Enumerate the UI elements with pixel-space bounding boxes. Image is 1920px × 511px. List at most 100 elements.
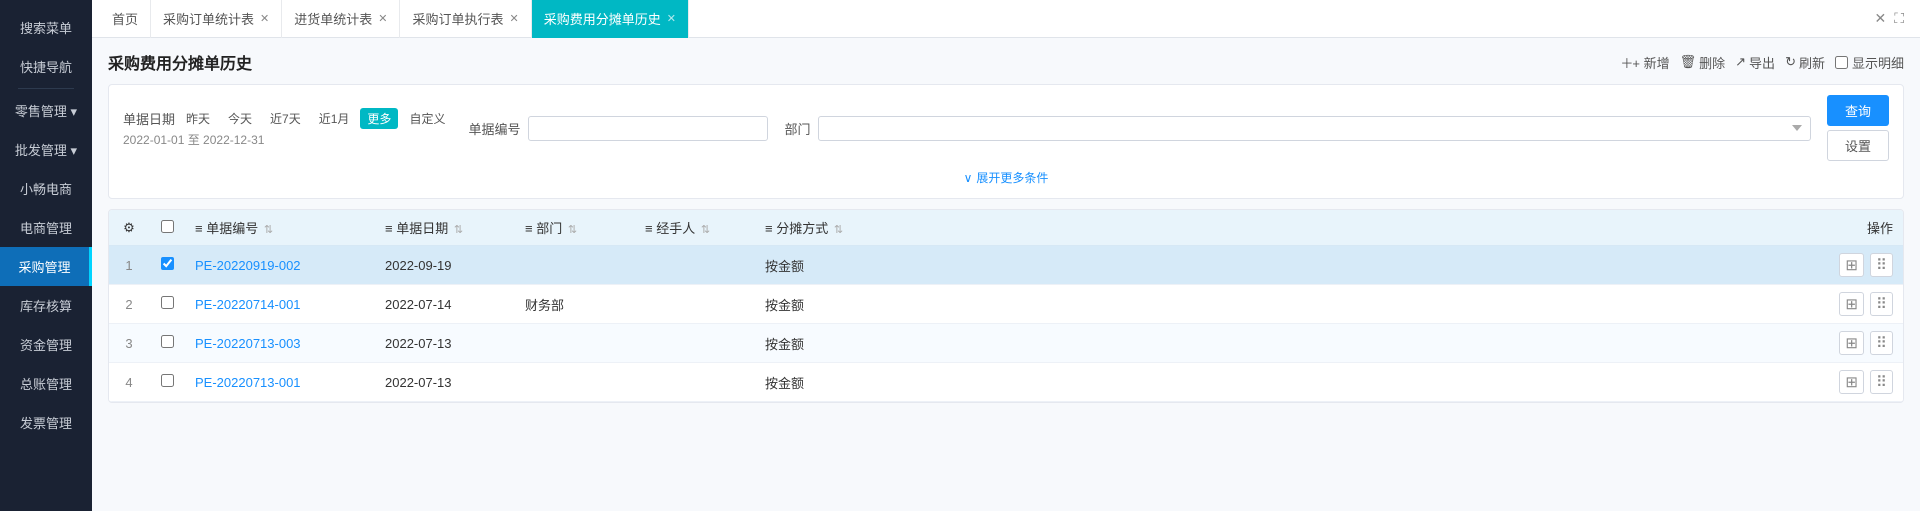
tab-close-icon[interactable]: ✕ <box>260 12 269 25</box>
table-row: 3 PE-20220713-003 2022-07-13 按金额 ⊞ ⠿ <box>109 324 1903 363</box>
row-checkbox-cell[interactable] <box>149 363 185 402</box>
tab-purchase-order-stats[interactable]: 采购订单统计表 ✕ <box>151 0 282 38</box>
select-all-checkbox[interactable] <box>161 220 174 233</box>
row-checkbox[interactable] <box>161 335 174 348</box>
sidebar-divider <box>18 88 73 89</box>
page-header: 采购费用分摊单历史 ＋ + 新增 🗑 删除 ↗ 导出 ↻ 刷新 <box>108 50 1904 74</box>
delete-icon: 🗑 <box>1680 54 1697 70</box>
dept-select[interactable] <box>818 116 1811 141</box>
tab-purchase-exec[interactable]: 采购订单执行表 ✕ <box>400 0 531 38</box>
expand-more-button[interactable]: ∨ 展开更多条件 <box>123 167 1889 188</box>
row-checkbox-cell[interactable] <box>149 324 185 363</box>
doc-number-group: 单据编号 <box>468 116 768 141</box>
col-header-doc-number[interactable]: ≡ 单据编号 ⇅ <box>185 210 375 246</box>
query-button[interactable]: 查询 <box>1827 95 1889 126</box>
tab-close-icon[interactable]: ✕ <box>378 12 387 25</box>
export-button[interactable]: ↗ 导出 <box>1735 53 1775 72</box>
sidebar-item-label: 采购管理 <box>18 260 70 275</box>
sidebar-item-inventory[interactable]: 库存核算 <box>0 286 92 325</box>
date-range-display: 2022-01-01 至 2022-12-31 <box>123 131 264 148</box>
row-actions: ⊞ ⠿ <box>1803 324 1903 363</box>
filter-area: 单据日期 昨天 今天 近7天 近1月 更多 自定义 2022-01-01 至 2… <box>108 84 1904 199</box>
doc-number-input[interactable] <box>528 116 768 141</box>
sort-icon: ⇅ <box>264 224 273 236</box>
sidebar-item-wholesale[interactable]: 批发管理 ▾ <box>0 130 92 169</box>
col-header-settings[interactable]: ⚙ <box>109 210 149 246</box>
more-icon[interactable]: ⠿ <box>1870 292 1893 316</box>
edit-icon[interactable]: ⊞ <box>1839 370 1864 394</box>
sidebar-item-label: 快捷导航 <box>20 60 72 75</box>
tab-home[interactable]: 首页 <box>100 0 151 38</box>
sort-icon: ⇅ <box>834 224 843 236</box>
sidebar-item-purchase[interactable]: 采购管理 <box>0 247 92 286</box>
filter-row-1: 单据日期 昨天 今天 近7天 近1月 更多 自定义 2022-01-01 至 2… <box>123 95 1889 161</box>
settings-button[interactable]: 设置 <box>1827 130 1889 161</box>
more-icon[interactable]: ⠿ <box>1870 253 1893 277</box>
row-actions: ⊞ ⠿ <box>1803 246 1903 285</box>
row-seq: 2 <box>109 285 149 324</box>
more-icon[interactable]: ⠿ <box>1870 370 1893 394</box>
row-doc-number: PE-20220713-003 <box>185 324 375 363</box>
date-btn-custom[interactable]: 自定义 <box>402 108 452 129</box>
sidebar-item-invoice[interactable]: 发票管理 <box>0 403 92 442</box>
col-header-checkbox[interactable] <box>149 210 185 246</box>
date-btn-7days[interactable]: 近7天 <box>263 108 308 129</box>
doc-number-link[interactable]: PE-20220713-001 <box>195 375 301 390</box>
show-columns-toggle[interactable]: 显示明细 <box>1835 53 1904 72</box>
sidebar-item-ecommerce-small[interactable]: 小畅电商 <box>0 169 92 208</box>
row-checkbox-cell[interactable] <box>149 246 185 285</box>
row-checkbox[interactable] <box>161 257 174 270</box>
date-btn-more[interactable]: 更多 <box>360 108 398 129</box>
row-checkbox[interactable] <box>161 296 174 309</box>
tab-close-icon[interactable]: ✕ <box>667 12 676 25</box>
col-header-doc-date[interactable]: ≡ 单据日期 ⇅ <box>375 210 515 246</box>
tab-inbound-stats[interactable]: 进货单统计表 ✕ <box>282 0 400 38</box>
row-method: 按金额 <box>755 285 1803 324</box>
sidebar-item-retail[interactable]: 零售管理 ▾ <box>0 91 92 130</box>
col-header-handler[interactable]: ≡ 经手人 ⇅ <box>635 210 755 246</box>
edit-icon[interactable]: ⊞ <box>1839 253 1864 277</box>
row-actions: ⊞ ⠿ <box>1803 363 1903 402</box>
refresh-button[interactable]: ↻ 刷新 <box>1785 53 1825 72</box>
close-all-icon[interactable]: ✕ <box>1874 10 1886 27</box>
tab-close-icon[interactable]: ✕ <box>510 12 519 25</box>
row-dept <box>515 246 635 285</box>
tab-purchase-cost-history[interactable]: 采购费用分摊单历史 ✕ <box>532 0 689 38</box>
table-header-row: ⚙ ≡ 单据编号 ⇅ ≡ 单据日期 ⇅ <box>109 210 1903 246</box>
row-doc-date: 2022-07-14 <box>375 285 515 324</box>
add-button[interactable]: ＋ + 新增 <box>1620 53 1669 72</box>
date-shortcuts: 昨天 今天 近7天 近1月 更多 自定义 <box>179 108 452 129</box>
row-method: 按金额 <box>755 246 1803 285</box>
sidebar-item-search[interactable]: 搜索菜单 <box>0 8 92 47</box>
col-header-method[interactable]: ≡ 分摊方式 ⇅ <box>755 210 1803 246</box>
sidebar-item-finance[interactable]: 资金管理 <box>0 325 92 364</box>
sidebar-item-ledger[interactable]: 总账管理 <box>0 364 92 403</box>
more-icon[interactable]: ⠿ <box>1870 331 1893 355</box>
maximize-icon[interactable]: ⛶ <box>1894 10 1904 27</box>
row-checkbox-cell[interactable] <box>149 285 185 324</box>
row-method: 按金额 <box>755 324 1803 363</box>
doc-number-link[interactable]: PE-20220919-002 <box>195 258 301 273</box>
row-checkbox[interactable] <box>161 374 174 387</box>
sidebar-item-label: 发票管理 <box>20 416 72 431</box>
edit-icon[interactable]: ⊞ <box>1839 292 1864 316</box>
row-actions: ⊞ ⠿ <box>1803 285 1903 324</box>
col-header-dept[interactable]: ≡ 部门 ⇅ <box>515 210 635 246</box>
edit-icon[interactable]: ⊞ <box>1839 331 1864 355</box>
delete-button[interactable]: 🗑 删除 <box>1680 53 1726 72</box>
row-doc-number: PE-20220713-001 <box>185 363 375 402</box>
sort-icon: ⇅ <box>568 224 577 236</box>
dept-filter-group: 部门 <box>784 116 1811 141</box>
settings-gear-icon[interactable]: ⚙ <box>123 220 135 235</box>
doc-number-link[interactable]: PE-20220713-003 <box>195 336 301 351</box>
date-btn-today[interactable]: 今天 <box>221 108 259 129</box>
date-btn-1month[interactable]: 近1月 <box>312 108 357 129</box>
doc-number-link[interactable]: PE-20220714-001 <box>195 297 301 312</box>
sidebar-item-quicknav[interactable]: 快捷导航 <box>0 47 92 86</box>
sidebar-item-ecommerce[interactable]: 电商管理 <box>0 208 92 247</box>
row-dept <box>515 324 635 363</box>
date-btn-yesterday[interactable]: 昨天 <box>179 108 217 129</box>
row-seq: 3 <box>109 324 149 363</box>
show-columns-checkbox[interactable] <box>1835 56 1848 69</box>
row-seq: 4 <box>109 363 149 402</box>
